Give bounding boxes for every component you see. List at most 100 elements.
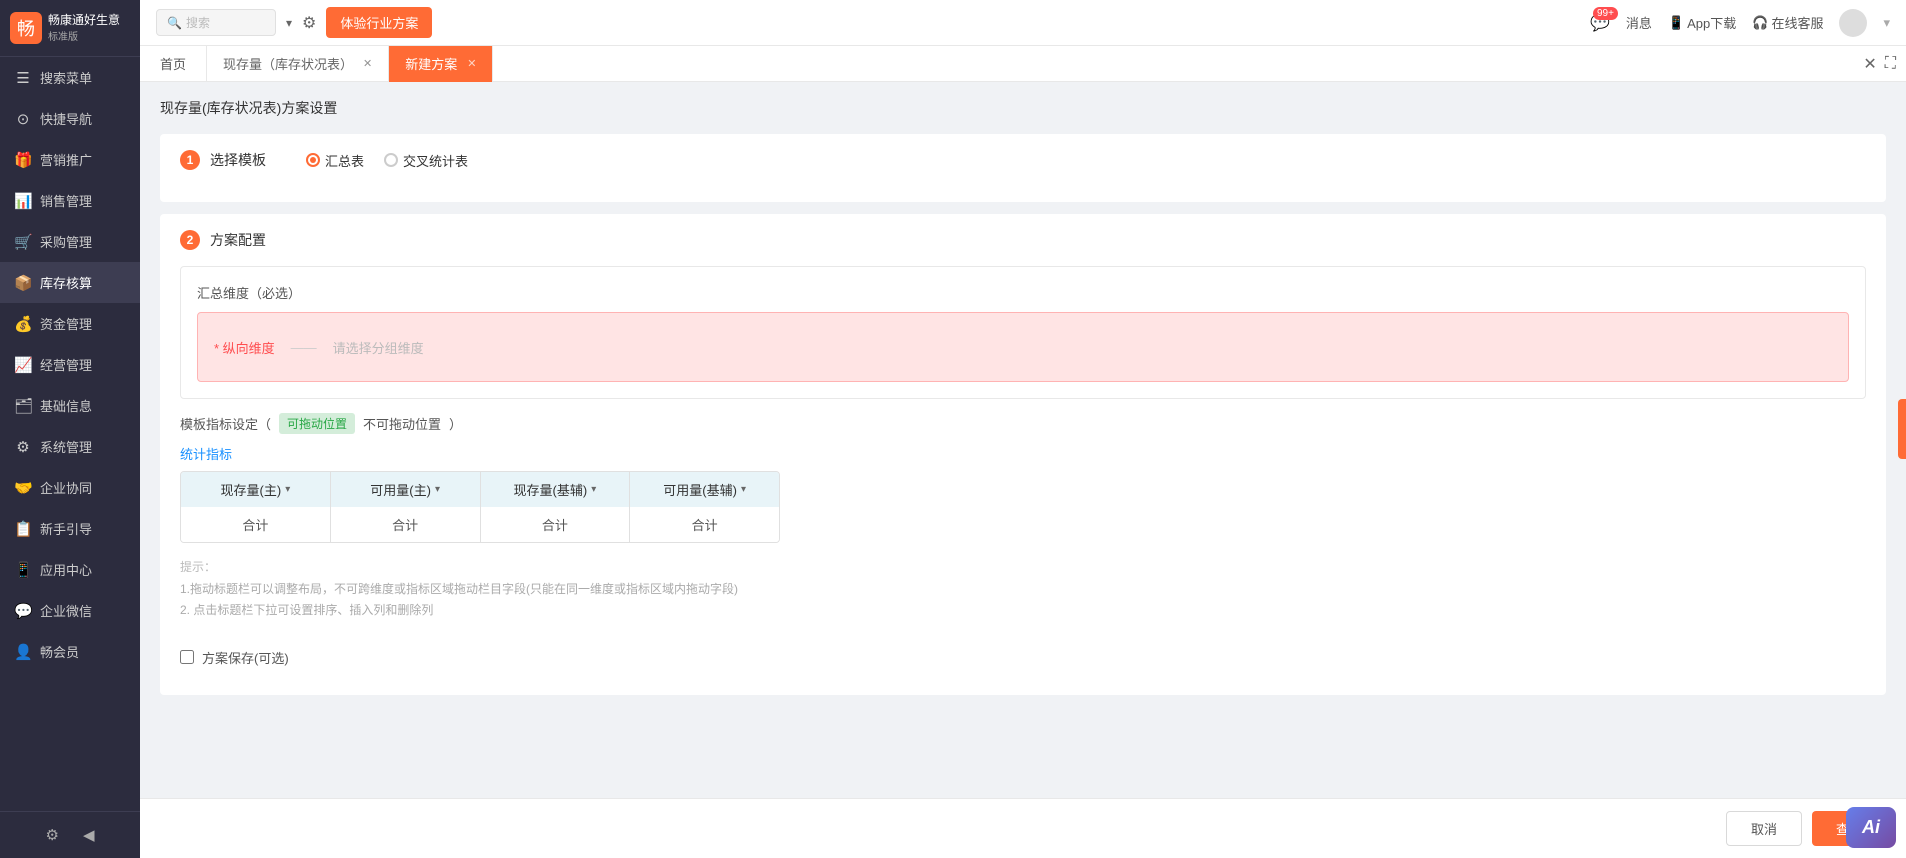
sidebar-item-enterprise[interactable]: 🤝 企业协同: [0, 467, 140, 508]
collapse-button[interactable]: ◀: [73, 820, 105, 850]
finance-icon: 💰: [14, 315, 32, 333]
sidebar-item-basic-info[interactable]: 🗂 基础信息: [0, 385, 140, 426]
sidebar-item-member[interactable]: 👤 畅会员: [0, 631, 140, 672]
search-icon: 🔍: [167, 16, 182, 30]
section-choose-template: 1 选择模板 汇总表 交叉统计表: [160, 134, 1886, 202]
col3-dropdown-icon[interactable]: ▾: [591, 484, 596, 495]
dimension-input-area[interactable]: * 纵向维度 —— 请选择分组维度: [197, 312, 1849, 382]
vertical-dim-label: * 纵向维度: [214, 338, 275, 357]
app-download-link[interactable]: 📱 App下载: [1668, 13, 1736, 32]
radio-cross-table[interactable]: 交叉统计表: [384, 151, 468, 170]
save-checkbox[interactable]: [180, 650, 194, 664]
stats-cell-2: 合计: [331, 507, 481, 542]
tab-inventory-status[interactable]: 现存量（库存状况表） ✕: [207, 46, 389, 82]
app-center-icon: 📱: [14, 561, 32, 579]
basic-info-icon: 🗂: [14, 397, 32, 415]
wechat-icon: 💬: [14, 602, 32, 620]
messages-wrap[interactable]: 💬 99+: [1590, 13, 1610, 33]
sidebar-item-label: 畅会员: [40, 642, 79, 661]
search-input-wrap[interactable]: 🔍 搜索: [156, 9, 276, 36]
stats-cell-1: 合计: [181, 507, 331, 542]
topbar-dropdown[interactable]: ▾: [286, 16, 292, 30]
topbar-gear-icon[interactable]: ⚙: [302, 13, 316, 33]
dim-placeholder: 请选择分组维度: [333, 338, 424, 357]
tip-1: 1.拖动标题栏可以调整布局，不可跨维度或指标区域拖动栏目字段(只能在同一维度或指…: [180, 579, 1866, 601]
sidebar-item-new-guide[interactable]: 📋 新手引导: [0, 508, 140, 549]
radio-summary-label: 汇总表: [325, 151, 364, 170]
sidebar-logo: 畅 畅康通好生意 标准版: [0, 0, 140, 57]
sidebar: 畅 畅康通好生意 标准版 ☰ 搜索菜单 ⊙ 快捷导航 🎁 营销推广 📊 销售管理…: [0, 0, 140, 858]
sidebar-item-wechat[interactable]: 💬 企业微信: [0, 590, 140, 631]
search-placeholder-text: 搜索: [186, 14, 210, 31]
tab-home[interactable]: 首页: [140, 46, 207, 82]
topbar: 🔍 搜索 ▾ ⚙ 体验行业方案 💬 99+ 消息 📱 App下载 🎧 在线客服 …: [140, 0, 1906, 46]
sidebar-item-search-menu[interactable]: ☰ 搜索菜单: [0, 57, 140, 98]
logo-icon: 畅: [10, 12, 42, 44]
col1-dropdown-icon[interactable]: ▾: [285, 484, 290, 495]
new-guide-icon: 📋: [14, 520, 32, 538]
operations-icon: 📈: [14, 356, 32, 374]
sidebar-item-sales[interactable]: 📊 销售管理: [0, 180, 140, 221]
close-panel-icon[interactable]: ✕: [1863, 54, 1876, 74]
ai-badge[interactable]: Ai: [1846, 807, 1896, 848]
phone-icon: 📱: [1668, 15, 1684, 31]
tab-inventory-close-icon[interactable]: ✕: [363, 57, 372, 70]
username-label: ▾: [1883, 15, 1890, 31]
sidebar-item-label: 资金管理: [40, 314, 92, 333]
logo-text: 畅康通好生意 标准版: [48, 13, 120, 44]
sidebar-nav: ☰ 搜索菜单 ⊙ 快捷导航 🎁 营销推广 📊 销售管理 🛒 采购管理 📦 库存核…: [0, 57, 140, 811]
sidebar-item-quick-nav[interactable]: ⊙ 快捷导航: [0, 98, 140, 139]
system-icon: ⚙: [14, 438, 32, 456]
sales-icon: 📊: [14, 192, 32, 210]
sidebar-item-purchase[interactable]: 🛒 采购管理: [0, 221, 140, 262]
stats-cell-3: 合计: [481, 507, 631, 542]
sidebar-item-marketing[interactable]: 🎁 营销推广: [0, 139, 140, 180]
col2-dropdown-icon[interactable]: ▾: [435, 484, 440, 495]
expand-panel-icon[interactable]: ⛶: [1885, 55, 1896, 73]
section2-title: 方案配置: [210, 230, 266, 250]
col4-dropdown-icon[interactable]: ▾: [741, 484, 746, 495]
tab-new-scheme-close-icon[interactable]: ✕: [467, 57, 476, 70]
stats-col-2[interactable]: 可用量(主) ▾: [331, 472, 481, 507]
sidebar-item-label: 销售管理: [40, 191, 92, 210]
sidebar-item-label: 新手引导: [40, 519, 92, 538]
sidebar-item-label: 企业微信: [40, 601, 92, 620]
stats-col-1[interactable]: 现存量(主) ▾: [181, 472, 331, 507]
tab-home-label: 首页: [160, 54, 186, 73]
sidebar-item-finance[interactable]: 💰 资金管理: [0, 303, 140, 344]
draggable-badge: 可拖动位置: [279, 413, 355, 434]
stats-col-3[interactable]: 现存量(基辅) ▾: [481, 472, 631, 507]
page-title: 现存量(库存状况表)方案设置: [160, 98, 1886, 118]
stats-col-4[interactable]: 可用量(基辅) ▾: [630, 472, 779, 507]
sidebar-item-label: 系统管理: [40, 437, 92, 456]
tip-2: 2. 点击标题栏下拉可设置排序、插入列和删除列: [180, 600, 1866, 622]
sidebar-item-inventory[interactable]: 📦 库存核算: [0, 262, 140, 303]
stats-title: 统计指标: [180, 444, 1866, 463]
stats-table: 现存量(主) ▾ 可用量(主) ▾ 现存量(基辅) ▾: [180, 471, 780, 543]
sidebar-item-label: 采购管理: [40, 232, 92, 251]
indicator-setting: 模板指标设定（ 可拖动位置 不可拖动位置 ） 统计指标 现存量(主) ▾: [180, 413, 1866, 622]
tab-new-scheme[interactable]: 新建方案 ✕: [389, 46, 493, 82]
sidebar-item-system[interactable]: ⚙ 系统管理: [0, 426, 140, 467]
radio-summary-table[interactable]: 汇总表: [306, 151, 364, 170]
indicator-setting-label: 模板指标设定（ 可拖动位置 不可拖动位置 ）: [180, 413, 1866, 434]
topbar-right: 💬 99+ 消息 📱 App下载 🎧 在线客服 ▾: [1590, 9, 1890, 37]
user-avatar[interactable]: [1839, 9, 1867, 37]
sidebar-item-operations[interactable]: 📈 经营管理: [0, 344, 140, 385]
dimension-config-area: 汇总维度（必选） * 纵向维度 —— 请选择分组维度: [180, 266, 1866, 399]
action-bar: 取消 查询: [140, 798, 1906, 858]
radio-cross-circle: [384, 153, 398, 167]
section1-header: 1 选择模板 汇总表 交叉统计表: [180, 150, 1866, 170]
cancel-button[interactable]: 取消: [1726, 811, 1802, 846]
summary-dim-label: 汇总维度（必选）: [197, 283, 1849, 302]
online-service-link[interactable]: 🎧 在线客服: [1752, 13, 1823, 32]
inventory-icon: 📦: [14, 274, 32, 292]
headset-icon: 🎧: [1752, 15, 1768, 31]
sidebar-bottom: ⚙ ◀: [0, 811, 140, 858]
sidebar-item-app-center[interactable]: 📱 应用中心: [0, 549, 140, 590]
radio-summary-circle: [306, 153, 320, 167]
trial-button[interactable]: 体验行业方案: [326, 7, 432, 38]
section2-number: 2: [180, 230, 200, 250]
sidebar-item-label: 搜索菜单: [40, 68, 92, 87]
settings-button[interactable]: ⚙: [36, 820, 69, 850]
